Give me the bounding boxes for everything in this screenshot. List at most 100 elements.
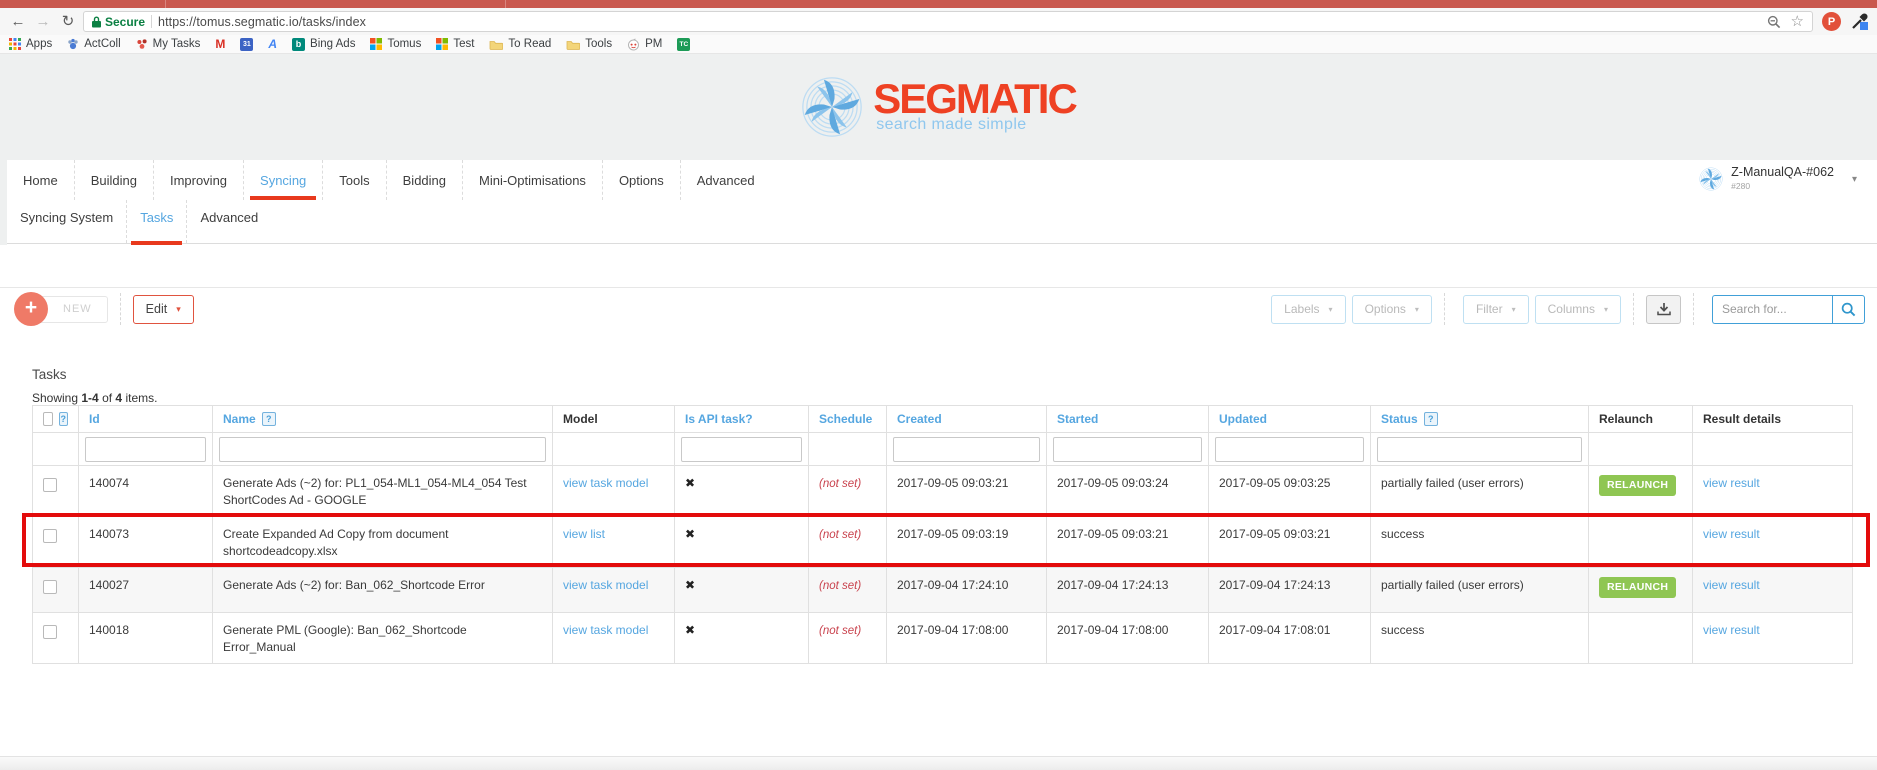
bookmark-my-tasks[interactable]: My Tasks (136, 38, 200, 50)
search-icon (1841, 302, 1856, 316)
row-checkbox[interactable] (43, 528, 57, 543)
plus-icon: + (14, 292, 48, 326)
user-menu[interactable]: Z-ManualQA-#062 #280 ▾ (1699, 166, 1857, 192)
help-icon[interactable]: ? (58, 412, 68, 426)
nav-tab-improving[interactable]: Improving (152, 160, 243, 200)
filter-input-id[interactable] (85, 436, 206, 462)
refresh-icon[interactable]: ↻ (58, 12, 78, 32)
export-download-button[interactable] (1646, 294, 1681, 324)
column-header-schedule[interactable]: Schedule (808, 405, 887, 433)
paw-icon (68, 38, 78, 50)
address-bar[interactable]: Secure https://tomus.segmatic.io/tasks/i… (83, 11, 1813, 32)
filter-input-is-api-task[interactable] (681, 436, 802, 462)
view-task-model-link[interactable]: view task model (563, 578, 648, 592)
bookmark-gmail[interactable]: M (215, 37, 225, 51)
options-dropdown[interactable]: Options ▾ (1351, 294, 1432, 324)
view-task-model-link[interactable]: view task model (563, 476, 648, 490)
bookmark-pm[interactable]: PM (627, 38, 662, 51)
url-text[interactable]: https://tomus.segmatic.io/tasks/index (158, 15, 1761, 29)
column-header-status[interactable]: Status? (1370, 405, 1589, 433)
nav-tab-syncing[interactable]: Syncing (243, 160, 322, 200)
relaunch-button[interactable]: RELAUNCH (1599, 475, 1677, 497)
started-timestamp: 2017-09-04 17:24:13 (1046, 566, 1209, 613)
column-header-id[interactable]: Id (78, 405, 213, 433)
column-header-updated[interactable]: Updated (1208, 405, 1371, 433)
filter-cell-empty (552, 432, 675, 466)
view-result-link[interactable]: view result (1703, 527, 1760, 541)
nav-tab-home[interactable]: Home (7, 160, 74, 200)
extension-p-icon[interactable]: P (1822, 12, 1841, 31)
chevron-down-icon: ▾ (1851, 173, 1857, 185)
bookmark-tools[interactable]: Tools (566, 38, 612, 50)
bookmark-calendar[interactable]: 31 (240, 37, 254, 51)
table-row-highlighted: 140073 Create Expanded Ad Copy from docu… (32, 516, 1853, 568)
select-all-checkbox[interactable] (43, 412, 53, 426)
search-input[interactable] (1712, 294, 1832, 324)
nav-tab-tools[interactable]: Tools (322, 160, 385, 200)
subnav-tab-syncing-system[interactable]: Syncing System (7, 200, 126, 243)
status-text: partially failed (user errors) (1370, 465, 1589, 517)
bookmark-tc[interactable]: TC (677, 37, 691, 51)
sub-nav: Syncing System Tasks Advanced (0, 200, 1877, 245)
subnav-tab-advanced[interactable]: Advanced (186, 200, 271, 243)
reddit-icon (628, 38, 640, 50)
bookmark-to-read[interactable]: To Read (489, 38, 551, 50)
subnav-tab-tasks[interactable]: Tasks (126, 200, 186, 245)
row-checkbox[interactable] (43, 624, 57, 639)
created-timestamp: 2017-09-04 17:24:10 (886, 566, 1047, 613)
filter-input-updated[interactable] (1215, 436, 1364, 462)
table-row: 140018 Generate PML (Google): Ban_062_Sh… (32, 611, 1853, 664)
filter-input-created[interactable] (893, 436, 1040, 462)
bookmark-actcoll[interactable]: ActColl (67, 38, 121, 50)
column-header-started[interactable]: Started (1046, 405, 1209, 433)
help-icon[interactable]: ? (261, 412, 276, 426)
secure-indicator[interactable]: Secure (92, 15, 145, 29)
column-header-relaunch: Relaunch (1588, 405, 1693, 433)
segmatic-logo[interactable]: SEGMATIC search made simple (801, 76, 1078, 138)
schedule-value: (not set) (819, 624, 862, 637)
column-header-result-details: Result details (1692, 405, 1853, 433)
nav-tab-advanced[interactable]: Advanced (679, 160, 771, 200)
column-header-is-api-task[interactable]: Is API task? (674, 405, 809, 433)
back-icon[interactable]: ← (8, 12, 28, 32)
zoom-indicator-icon[interactable] (1767, 15, 1781, 29)
forward-icon[interactable]: → (33, 12, 53, 32)
view-result-link[interactable]: view result (1703, 623, 1760, 637)
filter-input-name[interactable] (219, 436, 546, 462)
eyedropper-extension-icon[interactable] (1850, 12, 1869, 31)
bookmark-bing-ads[interactable]: b Bing Ads (292, 37, 355, 51)
nav-tab-options[interactable]: Options (601, 160, 680, 200)
view-result-link[interactable]: view result (1703, 578, 1760, 592)
table-row: 140027 Generate Ads (~2) for: Ban_062_Sh… (32, 566, 1853, 613)
view-task-model-link[interactable]: view task model (563, 623, 648, 637)
bookmark-apps[interactable]: Apps (9, 38, 52, 50)
labels-dropdown[interactable]: Labels ▾ (1271, 294, 1346, 324)
nav-tab-building[interactable]: Building (73, 160, 153, 200)
new-task-button[interactable]: + NEW (14, 292, 108, 326)
view-list-link[interactable]: view list (563, 527, 605, 541)
view-result-link[interactable]: view result (1703, 476, 1760, 490)
row-checkbox[interactable] (43, 579, 57, 594)
columns-dropdown[interactable]: Columns ▾ (1534, 294, 1621, 324)
column-header-name[interactable]: Name? (212, 405, 553, 433)
row-checkbox[interactable] (43, 477, 57, 492)
filter-input-started[interactable] (1053, 436, 1202, 462)
help-icon[interactable]: ? (1423, 412, 1438, 426)
filter-dropdown[interactable]: Filter ▾ (1462, 294, 1529, 324)
bookmark-analytics[interactable]: A (268, 37, 277, 51)
edit-button[interactable]: Edit ▾ (132, 294, 194, 324)
relaunch-button[interactable]: RELAUNCH (1599, 576, 1677, 598)
folder-icon (566, 40, 581, 50)
status-text: partially failed (user errors) (1370, 566, 1589, 613)
bookmark-tomus[interactable]: Tomus (370, 38, 421, 50)
nav-tab-mini-optimisations[interactable]: Mini-Optimisations (462, 160, 602, 200)
search-button[interactable] (1832, 294, 1865, 324)
user-name: Z-ManualQA-#062 (1731, 165, 1834, 179)
column-header-created[interactable]: Created (886, 405, 1047, 433)
bookmark-test[interactable]: Test (436, 38, 474, 50)
bookmark-star-icon[interactable]: ☆ (1791, 14, 1804, 29)
nav-tab-bidding[interactable]: Bidding (385, 160, 462, 200)
filter-cell-empty (1692, 432, 1853, 466)
filter-input-status[interactable] (1377, 436, 1582, 462)
tab-separator (505, 0, 506, 8)
